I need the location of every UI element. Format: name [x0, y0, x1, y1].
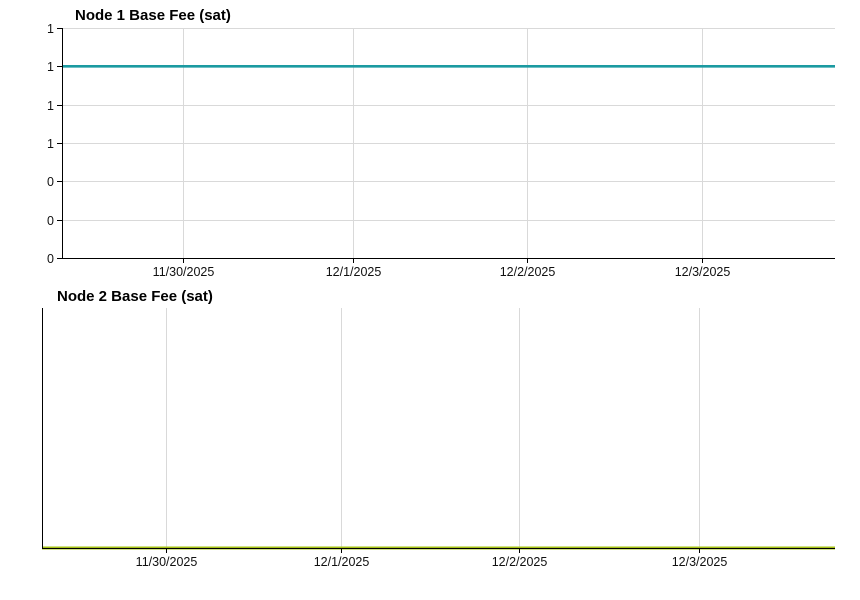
y-tick-label: 1: [47, 99, 54, 113]
y-tick-label: 0: [47, 175, 54, 189]
x-tick-label: 11/30/2025: [153, 265, 215, 279]
x-tick-label: 12/1/2025: [314, 555, 370, 569]
y-tick-label: 0: [47, 214, 54, 228]
page: Node 1 Base Fee (sat) Node 2 Base Fee (s…: [0, 0, 860, 600]
charts-canvas: 11/30/2025 12/1/2025 12/2/2025 12/3/2025111…: [42, 22, 835, 569]
x-tick-label: 12/3/2025: [675, 265, 731, 279]
x-tick-label: 12/3/2025: [672, 555, 728, 569]
x-tick-label: 12/2/2025: [492, 555, 548, 569]
y-tick-label: 1: [47, 137, 54, 151]
node2-chart-plot: 11/30/2025 12/1/2025 12/2/2025 12/3/2025: [42, 308, 835, 569]
y-tick-label: 1: [47, 60, 54, 74]
x-tick-label: 12/2/2025: [500, 265, 556, 279]
x-tick-label: 12/1/2025: [326, 265, 382, 279]
node1-chart-plot: 11/30/2025 12/1/2025 12/2/2025 12/3/2025 1 1 1…: [47, 22, 835, 279]
y-tick-label: 0: [47, 252, 54, 266]
y-tick-label: 1: [47, 22, 54, 36]
x-tick-label: 11/30/2025: [136, 555, 198, 569]
